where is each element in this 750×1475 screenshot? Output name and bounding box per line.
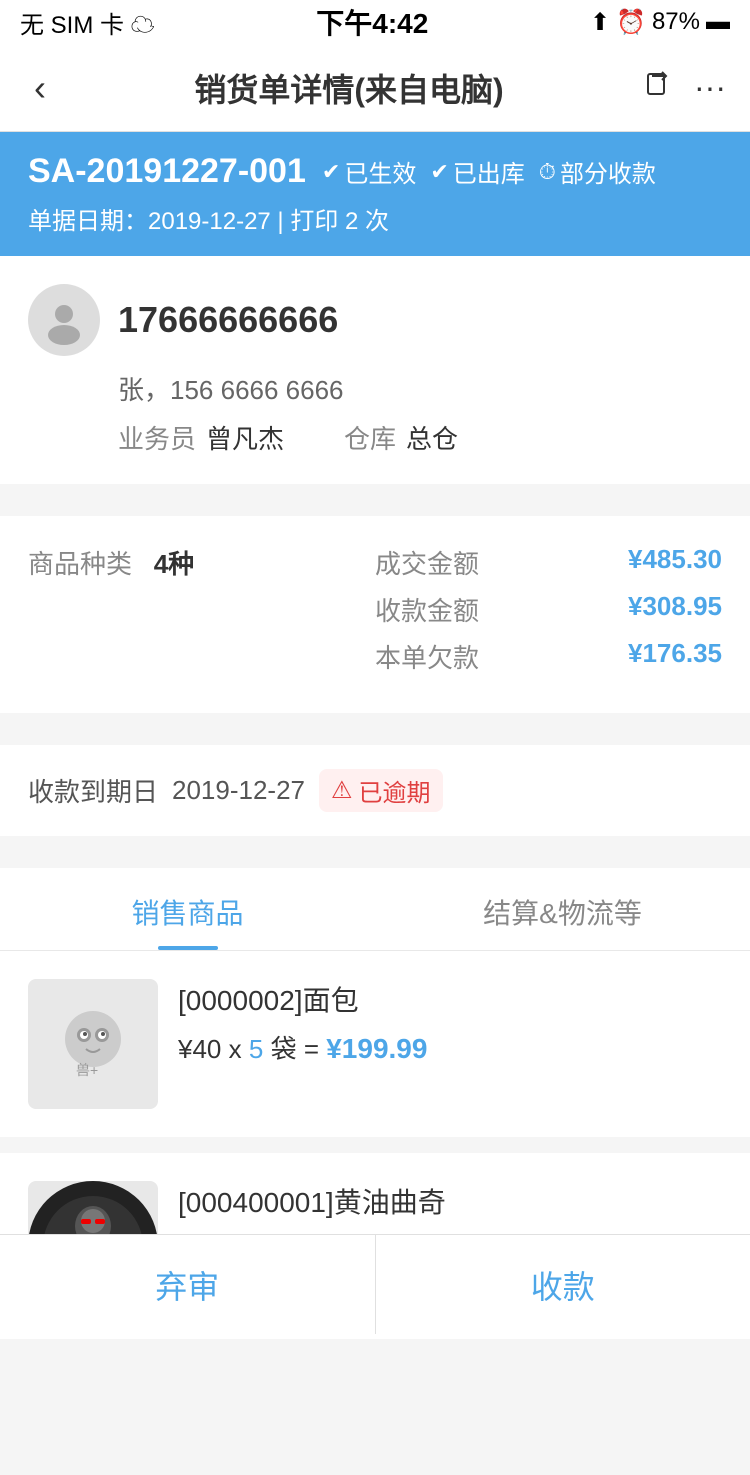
product-name-1: [0000002]面包	[178, 979, 722, 1019]
amount-owed-label: 本单欠款	[375, 638, 479, 675]
amount-row-owed: 本单欠款 ¥176.35	[375, 638, 722, 675]
customer-phone: 17666666666	[118, 299, 338, 341]
due-card: 收款到期日 2019-12-27 ⚠ 已逾期	[0, 745, 750, 836]
header-top: SA-20191227-001 ✔ 已生效 ✔ 已出库 ⏱ 部分收款	[28, 152, 722, 191]
sales-label: 业务员	[118, 419, 196, 456]
nav-bar: ‹ 销货单详情(来自电脑) ···	[0, 44, 750, 132]
location-icon: ⬆	[590, 8, 610, 37]
amount-deal-value: ¥485.30	[628, 544, 722, 581]
product-item-1: 兽+ [0000002]面包 ¥40 x 5 袋 = ¥199.99	[0, 951, 750, 1137]
clock-icon: ⏱	[539, 159, 556, 185]
customer-meta: 业务员 曾凡杰 仓库 总仓	[28, 419, 722, 456]
bottom-spacer	[0, 1355, 750, 1475]
product-img-1: 兽+	[28, 979, 158, 1109]
amount-owed-value: ¥176.35	[628, 638, 722, 675]
product-name-2: [000400001]黄油曲奇	[178, 1181, 722, 1221]
total-1: ¥199.99	[326, 1033, 427, 1064]
amount-deal-label: 成交金额	[375, 544, 479, 581]
warehouse-value: 总仓	[406, 419, 458, 456]
share-icon[interactable]	[642, 68, 674, 108]
warehouse-label: 仓库	[344, 419, 396, 456]
more-icon[interactable]: ···	[694, 69, 726, 106]
collect-payment-button[interactable]: 收款	[376, 1235, 750, 1334]
due-date-label: 收款到期日	[28, 772, 158, 809]
header-band: SA-20191227-001 ✔ 已生效 ✔ 已出库 ⏱ 部分收款 单据日期：…	[0, 132, 750, 256]
badge-shipped: ✔ 已出库	[430, 154, 524, 189]
unit-1: 袋	[271, 1034, 297, 1064]
due-date-value: 2019-12-27	[172, 775, 305, 806]
divider-2	[0, 729, 750, 745]
amount-row-received: 收款金额 ¥308.95	[375, 591, 722, 628]
badge-partial: ⏱ 部分收款	[539, 154, 656, 189]
badges: ✔ 已生效 ✔ 已出库 ⏱ 部分收款	[322, 154, 656, 189]
overdue-text: 已逾期	[359, 773, 431, 808]
svg-text:兽+: 兽+	[76, 1062, 98, 1078]
product-types-label: 商品种类	[28, 549, 132, 579]
sim-status: 无 SIM 卡 ☁	[20, 5, 155, 40]
check-icon-1: ✔	[322, 159, 340, 185]
tab-settlement-logistics[interactable]: 结算&物流等	[375, 868, 750, 950]
avatar	[28, 284, 100, 356]
stats-card: 商品种类 4种 成交金额 ¥485.30 收款金额 ¥308.95 本单欠款 ¥…	[0, 516, 750, 713]
overdue-icon: ⚠	[331, 776, 353, 805]
qty-1: 5	[249, 1034, 263, 1064]
status-bar: 无 SIM 卡 ☁ 下午4:42 ⬆ ⏰ 87% ▬	[0, 0, 750, 44]
nav-actions: ···	[642, 68, 726, 108]
battery-status: 87%	[652, 8, 700, 36]
check-icon-2: ✔	[430, 159, 448, 185]
product-types-item: 商品种类 4种	[28, 544, 375, 581]
customer-name-phone: 张，156 6666 6666	[28, 370, 722, 407]
customer-top: 17666666666	[28, 284, 722, 356]
customer-card: 17666666666 张，156 6666 6666 业务员 曾凡杰 仓库 总…	[0, 256, 750, 484]
status-left: 无 SIM 卡 ☁	[20, 5, 155, 40]
page-title: 销货单详情(来自电脑)	[194, 65, 503, 111]
sales-value: 曾凡杰	[206, 419, 284, 456]
tabs-bar: 销售商品 结算&物流等	[0, 868, 750, 951]
abandon-review-button[interactable]: 弃审	[0, 1235, 376, 1334]
bottom-bar: 弃审 收款	[0, 1234, 750, 1334]
divider-3	[0, 852, 750, 868]
alarm-icon: ⏰	[616, 8, 646, 37]
battery-icon: ▬	[706, 8, 730, 36]
price-unit-1: ¥40	[178, 1034, 221, 1064]
amount-received-label: 收款金额	[375, 591, 479, 628]
overdue-badge: ⚠ 已逾期	[319, 769, 443, 812]
status-right: ⬆ ⏰ 87% ▬	[590, 8, 730, 37]
amount-received-value: ¥308.95	[628, 591, 722, 628]
sales-meta: 业务员 曾凡杰	[118, 419, 284, 456]
warehouse-meta: 仓库 总仓	[344, 419, 458, 456]
status-time: 下午4:42	[316, 2, 428, 42]
stats-left: 商品种类 4种	[28, 544, 375, 587]
product-info-1: [0000002]面包 ¥40 x 5 袋 = ¥199.99	[178, 979, 722, 1066]
amount-row-deal: 成交金额 ¥485.30	[375, 544, 722, 581]
product-price-1: ¥40 x 5 袋 = ¥199.99	[178, 1029, 722, 1066]
tab-sales-goods[interactable]: 销售商品	[0, 868, 375, 950]
badge-effective: ✔ 已生效	[322, 154, 416, 189]
back-button[interactable]: ‹	[24, 57, 56, 119]
product-types-value: 4种	[154, 549, 194, 579]
stats-right: 成交金额 ¥485.30 收款金额 ¥308.95 本单欠款 ¥176.35	[375, 544, 722, 685]
order-id: SA-20191227-001	[28, 152, 306, 191]
divider-1	[0, 500, 750, 516]
header-sub: 单据日期：2019-12-27 | 打印 2 次	[28, 201, 722, 236]
